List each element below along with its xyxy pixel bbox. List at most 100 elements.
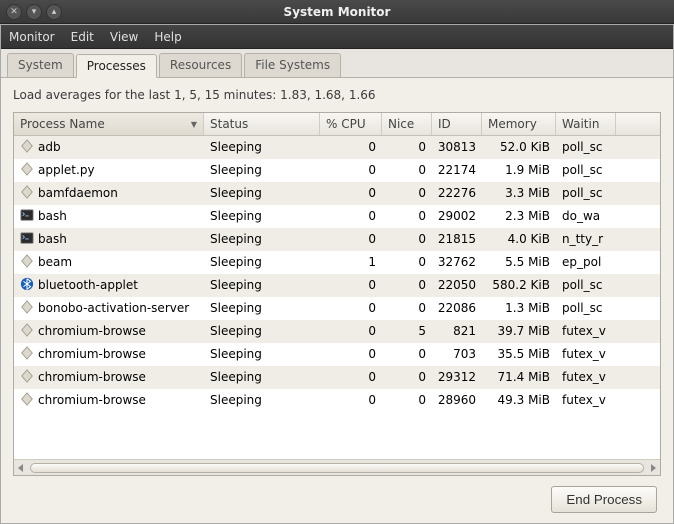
col-nice[interactable]: Nice xyxy=(382,113,432,135)
process-icon xyxy=(20,346,38,363)
cell-cpu: 0 xyxy=(320,347,382,361)
cell-process-name: bonobo-activation-server xyxy=(14,300,204,317)
col-status[interactable]: Status xyxy=(204,113,320,135)
table-row[interactable]: applet.pySleeping00221741.9 MiBpoll_sc xyxy=(14,159,660,182)
cell-memory: 1.9 MiB xyxy=(482,163,556,177)
table-row[interactable]: chromium-browseSleeping002896049.3 MiBfu… xyxy=(14,389,660,412)
menu-view[interactable]: View xyxy=(110,30,138,44)
cell-process-name: applet.py xyxy=(14,162,204,179)
cell-cpu: 1 xyxy=(320,255,382,269)
maximize-icon[interactable]: ▴ xyxy=(46,4,62,20)
cell-id: 29312 xyxy=(432,370,482,384)
cell-status: Sleeping xyxy=(204,347,320,361)
menu-edit[interactable]: Edit xyxy=(71,30,94,44)
table-row[interactable]: chromium-browseSleeping0582139.7 MiBfute… xyxy=(14,320,660,343)
cell-status: Sleeping xyxy=(204,163,320,177)
menubar: Monitor Edit View Help xyxy=(1,25,673,49)
cell-cpu: 0 xyxy=(320,278,382,292)
titlebar: ✕ ▾ ▴ System Monitor xyxy=(0,0,674,24)
horizontal-scrollbar[interactable] xyxy=(14,459,660,475)
cell-nice: 0 xyxy=(382,393,432,407)
col-label: Process Name xyxy=(20,117,105,131)
process-name-text: bash xyxy=(38,232,67,246)
table-row[interactable]: beamSleeping10327625.5 MiBep_pol xyxy=(14,251,660,274)
table-row[interactable]: bashSleeping00218154.0 KiBn_tty_r xyxy=(14,228,660,251)
cell-process-name: chromium-browse xyxy=(14,323,204,340)
cell-nice: 0 xyxy=(382,301,432,315)
col-cpu[interactable]: % CPU xyxy=(320,113,382,135)
cell-nice: 5 xyxy=(382,324,432,338)
cell-status: Sleeping xyxy=(204,393,320,407)
end-process-button[interactable]: End Process xyxy=(551,486,657,513)
cell-process-name: bash xyxy=(14,231,204,248)
menu-help[interactable]: Help xyxy=(154,30,181,44)
cell-nice: 0 xyxy=(382,255,432,269)
process-name-text: chromium-browse xyxy=(38,393,146,407)
cell-id: 22174 xyxy=(432,163,482,177)
tab-resources[interactable]: Resources xyxy=(159,53,242,77)
cell-id: 22086 xyxy=(432,301,482,315)
scrollbar-thumb[interactable] xyxy=(30,463,644,473)
cell-nice: 0 xyxy=(382,278,432,292)
cell-process-name: chromium-browse xyxy=(14,369,204,386)
cell-id: 703 xyxy=(432,347,482,361)
cell-waiting: futex_v xyxy=(556,347,616,361)
cell-waiting: poll_sc xyxy=(556,301,616,315)
cell-process-name: adb xyxy=(14,139,204,156)
cell-process-name: bash xyxy=(14,208,204,225)
tab-processes[interactable]: Processes xyxy=(76,54,157,78)
process-name-text: applet.py xyxy=(38,163,95,177)
table-row[interactable]: bluetooth-appletSleeping0022050580.2 KiB… xyxy=(14,274,660,297)
cell-cpu: 0 xyxy=(320,370,382,384)
close-icon[interactable]: ✕ xyxy=(6,4,22,20)
table-row[interactable]: bashSleeping00290022.3 MiBdo_wa xyxy=(14,205,660,228)
process-icon xyxy=(20,231,38,248)
cell-nice: 0 xyxy=(382,186,432,200)
process-name-text: chromium-browse xyxy=(38,370,146,384)
col-process-name[interactable]: Process Name ▼ xyxy=(14,113,204,135)
cell-cpu: 0 xyxy=(320,232,382,246)
cell-status: Sleeping xyxy=(204,232,320,246)
sort-indicator-icon: ▼ xyxy=(191,120,197,129)
menu-monitor[interactable]: Monitor xyxy=(9,30,55,44)
cell-process-name: beam xyxy=(14,254,204,271)
process-icon xyxy=(20,392,38,409)
process-icon xyxy=(20,139,38,156)
tab-system[interactable]: System xyxy=(7,53,74,77)
table-row[interactable]: chromium-browseSleeping002931271.4 MiBfu… xyxy=(14,366,660,389)
cell-memory: 4.0 KiB xyxy=(482,232,556,246)
table-row[interactable]: bonobo-activation-serverSleeping00220861… xyxy=(14,297,660,320)
cell-process-name: bamfdaemon xyxy=(14,185,204,202)
cell-waiting: futex_v xyxy=(556,370,616,384)
table-row[interactable]: adbSleeping003081352.0 KiBpoll_sc xyxy=(14,136,660,159)
cell-id: 821 xyxy=(432,324,482,338)
process-name-text: adb xyxy=(38,140,61,154)
cell-status: Sleeping xyxy=(204,255,320,269)
cell-memory: 52.0 KiB xyxy=(482,140,556,154)
cell-process-name: bluetooth-applet xyxy=(14,277,204,294)
cell-waiting: do_wa xyxy=(556,209,616,223)
process-icon xyxy=(20,162,38,179)
cell-memory: 35.5 MiB xyxy=(482,347,556,361)
cell-memory: 580.2 KiB xyxy=(482,278,556,292)
table-row[interactable]: bamfdaemonSleeping00222763.3 MiBpoll_sc xyxy=(14,182,660,205)
process-icon xyxy=(20,323,38,340)
process-icon xyxy=(20,369,38,386)
cell-status: Sleeping xyxy=(204,278,320,292)
col-id[interactable]: ID xyxy=(432,113,482,135)
col-waiting[interactable]: Waitin xyxy=(556,113,616,135)
table-rows: adbSleeping003081352.0 KiBpoll_scapplet.… xyxy=(14,136,660,459)
cell-status: Sleeping xyxy=(204,140,320,154)
cell-nice: 0 xyxy=(382,209,432,223)
cell-cpu: 0 xyxy=(320,301,382,315)
cell-cpu: 0 xyxy=(320,163,382,177)
tab-filesystems[interactable]: File Systems xyxy=(244,53,341,77)
cell-nice: 0 xyxy=(382,232,432,246)
cell-memory: 71.4 MiB xyxy=(482,370,556,384)
col-memory[interactable]: Memory xyxy=(482,113,556,135)
minimize-icon[interactable]: ▾ xyxy=(26,4,42,20)
table-row[interactable]: chromium-browseSleeping0070335.5 MiBfute… xyxy=(14,343,660,366)
cell-memory: 3.3 MiB xyxy=(482,186,556,200)
cell-waiting: futex_v xyxy=(556,324,616,338)
process-icon xyxy=(20,254,38,271)
